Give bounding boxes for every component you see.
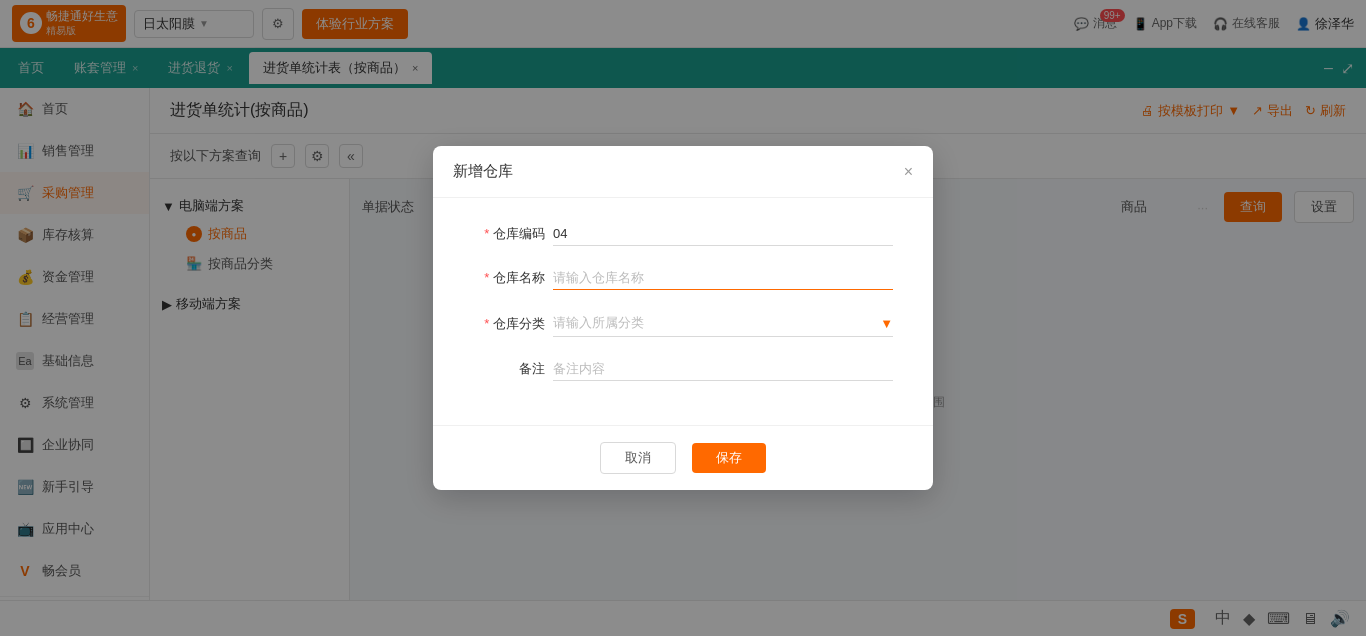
form-row-code: 仓库编码	[473, 222, 893, 246]
category-chevron-icon: ▼	[880, 316, 893, 331]
new-warehouse-modal: 新增仓库 × 仓库编码 仓库名称 仓库分类	[433, 146, 933, 490]
modal-footer: 取消 保存	[433, 425, 933, 490]
modal-close-button[interactable]: ×	[904, 163, 913, 181]
modal-header: 新增仓库 ×	[433, 146, 933, 198]
save-button[interactable]: 保存	[692, 443, 766, 473]
field-label-name: 仓库名称	[473, 269, 553, 287]
category-placeholder: 请输入所属分类	[553, 314, 644, 332]
modal-title: 新增仓库	[453, 162, 513, 181]
modal-body: 仓库编码 仓库名称 仓库分类 请输入所属分类 ▼	[433, 198, 933, 425]
warehouse-name-input[interactable]	[553, 266, 893, 290]
warehouse-remark-input[interactable]	[553, 357, 893, 381]
field-label-remark: 备注	[473, 360, 553, 378]
cancel-button[interactable]: 取消	[600, 442, 676, 474]
form-row-category: 仓库分类 请输入所属分类 ▼	[473, 310, 893, 337]
field-label-category: 仓库分类	[473, 315, 553, 333]
field-label-code: 仓库编码	[473, 225, 553, 243]
form-row-remark: 备注	[473, 357, 893, 381]
form-row-name: 仓库名称	[473, 266, 893, 290]
modal-overlay[interactable]: 新增仓库 × 仓库编码 仓库名称 仓库分类	[0, 0, 1366, 636]
warehouse-code-input[interactable]	[553, 222, 893, 246]
warehouse-category-select[interactable]: 请输入所属分类 ▼	[553, 310, 893, 337]
